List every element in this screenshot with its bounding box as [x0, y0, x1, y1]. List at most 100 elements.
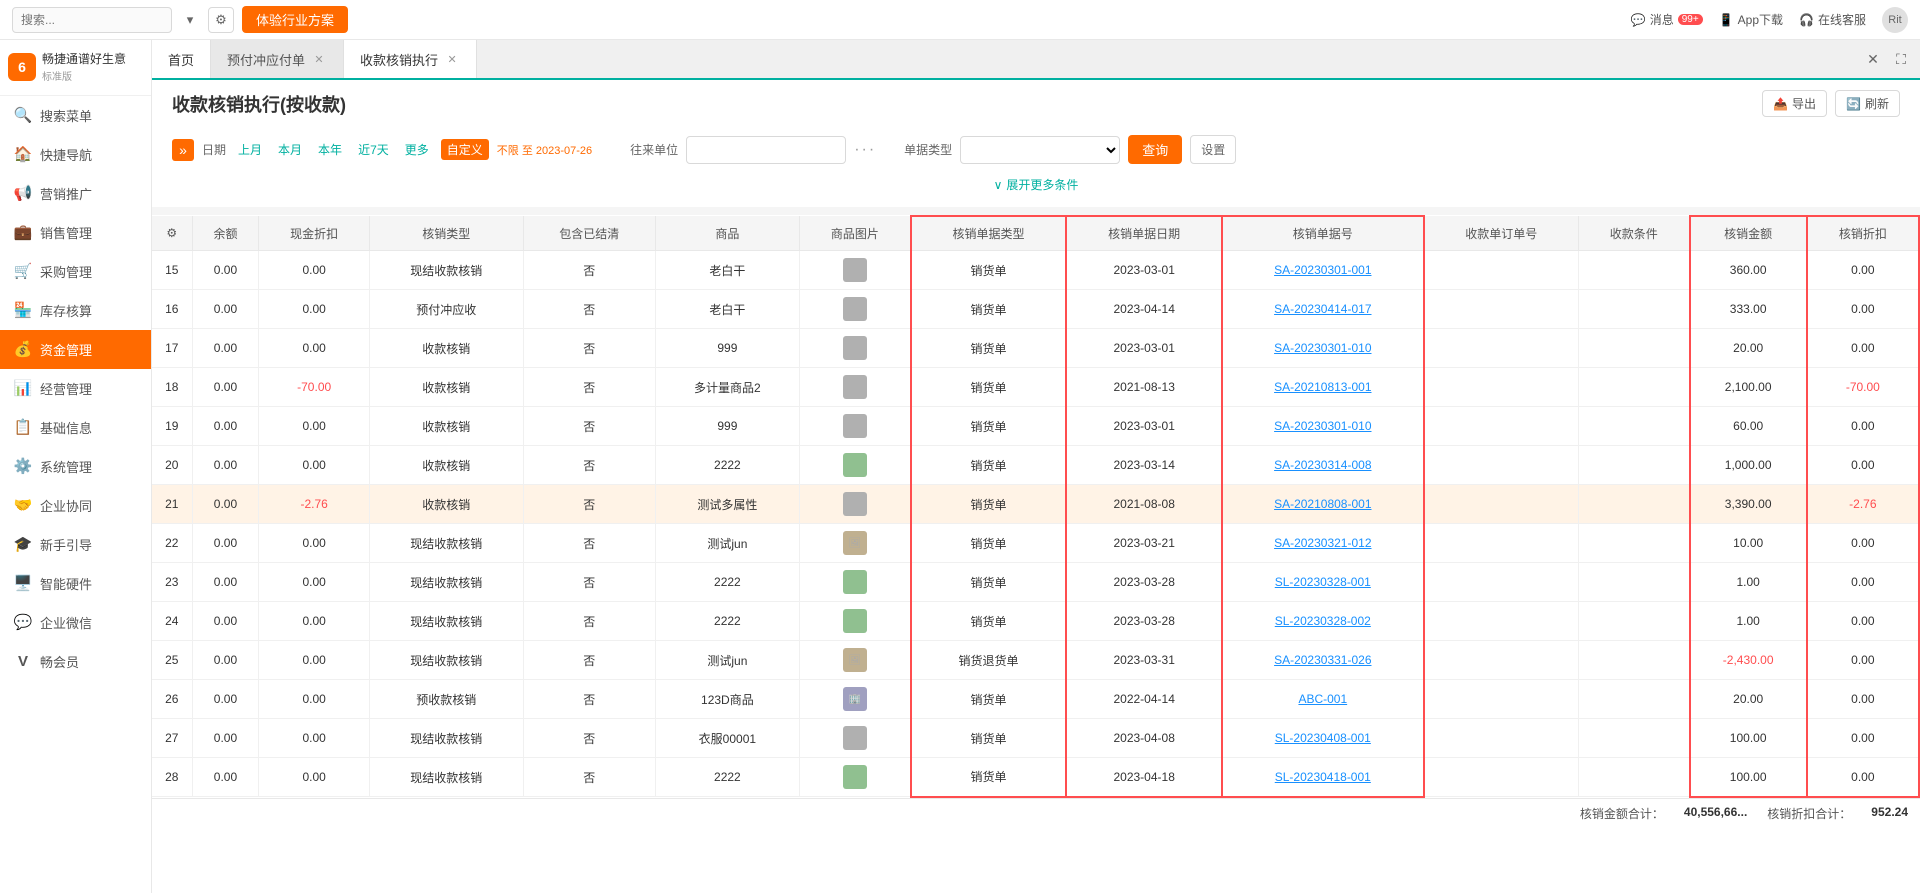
row-verify-amount: 3,390.00 — [1690, 485, 1807, 524]
sidebar-item-marketing[interactable]: 📢 营销推广 — [0, 174, 151, 213]
headset-icon: 🎧 — [1799, 13, 1814, 27]
tab-prepay[interactable]: 预付冲应付单 ✕ — [211, 40, 344, 78]
date-more[interactable]: 更多 — [401, 139, 433, 160]
row-verify-discount: 0.00 — [1807, 602, 1919, 641]
sidebar-item-purchase[interactable]: 🛒 采购管理 — [0, 252, 151, 291]
table-container[interactable]: ⚙ 余额 现金折扣 核销类型 包含已结清 商品 商品图片 核销单据类型 核销单据… — [152, 215, 1920, 893]
row-balance: 0.00 — [192, 290, 259, 329]
row-product: 999 — [655, 407, 799, 446]
row-product-img: 🖼 — [799, 641, 910, 680]
row-product: 多计量商品2 — [655, 368, 799, 407]
sidebar-item-hardware[interactable]: 🖥️ 智能硬件 — [0, 564, 151, 603]
col-verify-amount: 核销金额 — [1690, 216, 1807, 251]
col-receipt-order-no: 收款单订单号 — [1424, 216, 1579, 251]
row-verify-order-no[interactable]: SA-20210808-001 — [1222, 485, 1424, 524]
row-verify-order-no[interactable]: SL-20230328-001 — [1222, 563, 1424, 602]
row-balance: 0.00 — [192, 329, 259, 368]
tab-receipt-close-icon[interactable]: ✕ — [444, 51, 460, 67]
row-cash-discount: 0.00 — [259, 563, 369, 602]
row-verify-amount: 333.00 — [1690, 290, 1807, 329]
row-cash-discount: 0.00 — [259, 758, 369, 797]
sidebar-item-sales[interactable]: 💼 销售管理 — [0, 213, 151, 252]
date-this-year[interactable]: 本年 — [314, 139, 346, 160]
tab-receipt[interactable]: 收款核销执行 ✕ — [344, 40, 477, 78]
row-product: 2222 — [655, 563, 799, 602]
row-verify-order-no[interactable]: SA-20230321-012 — [1222, 524, 1424, 563]
row-product: 2222 — [655, 602, 799, 641]
order-type-select[interactable] — [960, 136, 1120, 164]
query-button[interactable]: 查询 — [1128, 135, 1182, 164]
tab-prepay-close-icon[interactable]: ✕ — [311, 51, 327, 67]
row-verify-order-no[interactable]: SL-20230328-002 — [1222, 602, 1424, 641]
export-label: 导出 — [1792, 95, 1816, 112]
row-verify-order-no[interactable]: SL-20230418-001 — [1222, 758, 1424, 797]
tab-receipt-label: 收款核销执行 — [360, 50, 438, 69]
tab-prepay-label: 预付冲应付单 — [227, 50, 305, 69]
row-verify-order-no[interactable]: SA-20230314-008 — [1222, 446, 1424, 485]
app-download-item[interactable]: 📱 App下载 — [1719, 11, 1783, 28]
date-7days[interactable]: 近7天 — [354, 139, 393, 160]
date-this-month[interactable]: 本月 — [274, 139, 306, 160]
row-verify-order-date: 2023-03-14 — [1066, 446, 1222, 485]
tab-home[interactable]: 首页 — [152, 40, 211, 78]
row-verify-order-no[interactable]: SA-20230301-010 — [1222, 329, 1424, 368]
row-verify-discount: 0.00 — [1807, 758, 1919, 797]
refresh-button[interactable]: 🔄 刷新 — [1835, 90, 1900, 117]
search-input[interactable] — [12, 7, 172, 33]
sidebar-item-inventory[interactable]: 🏪 库存核算 — [0, 291, 151, 330]
col-verify-order-date: 核销单据日期 — [1066, 216, 1222, 251]
date-custom[interactable]: 自定义 — [441, 139, 489, 160]
settings-gear-icon[interactable]: ⚙ — [208, 7, 234, 33]
table-row: 150.000.00现结收款核销否老白干销货单2023-03-01SA-2023… — [152, 251, 1919, 290]
close-window-icon[interactable]: ✕ — [1862, 48, 1884, 70]
row-verify-order-no[interactable]: SA-20230414-017 — [1222, 290, 1424, 329]
row-receipt-order-no — [1424, 446, 1579, 485]
chart-icon: 📊 — [14, 379, 32, 397]
row-verify-order-no[interactable]: SA-20230301-010 — [1222, 407, 1424, 446]
unit-dots[interactable]: ··· — [854, 141, 876, 159]
date-last-month[interactable]: 上月 — [234, 139, 266, 160]
row-verify-order-date: 2021-08-08 — [1066, 485, 1222, 524]
row-product-img — [799, 563, 910, 602]
online-service-item[interactable]: 🎧 在线客服 — [1799, 11, 1866, 28]
message-icon-item[interactable]: 💬 消息 99+ — [1631, 11, 1703, 28]
sidebar-item-search[interactable]: 🔍 搜索菜单 — [0, 96, 151, 135]
avatar[interactable]: Rit — [1882, 7, 1908, 33]
expand-more-button[interactable]: ∨ 展开更多条件 — [986, 172, 1087, 197]
row-verify-order-no[interactable]: SL-20230408-001 — [1222, 719, 1424, 758]
sidebar-item-collab[interactable]: 🤝 企业协同 — [0, 486, 151, 525]
row-verify-type: 收款核销 — [369, 446, 523, 485]
sidebar-item-finance[interactable]: 💰 资金管理 — [0, 330, 151, 369]
sidebar-item-operation[interactable]: 📊 经营管理 — [0, 369, 151, 408]
row-verify-discount: 0.00 — [1807, 641, 1919, 680]
row-verify-order-date: 2023-03-28 — [1066, 563, 1222, 602]
maximize-icon[interactable]: ⛶ — [1890, 48, 1912, 70]
sidebar-item-system[interactable]: ⚙️ 系统管理 — [0, 447, 151, 486]
row-verify-order-date: 2023-03-01 — [1066, 407, 1222, 446]
from-unit-input[interactable] — [686, 136, 846, 164]
row-verify-type: 预收款核销 — [369, 680, 523, 719]
sidebar-item-member[interactable]: V 畅会员 — [0, 642, 151, 681]
sidebar-item-label: 销售管理 — [40, 223, 92, 242]
col-verify-order-no: 核销单据号 — [1222, 216, 1424, 251]
refresh-icon: 🔄 — [1846, 97, 1861, 111]
row-receipt-order-no — [1424, 641, 1579, 680]
app-download-label: App下载 — [1738, 11, 1783, 28]
row-verify-order-no[interactable]: ABC-001 — [1222, 680, 1424, 719]
row-verify-order-no[interactable]: SA-20210813-001 — [1222, 368, 1424, 407]
col-verify-discount: 核销折扣 — [1807, 216, 1919, 251]
sidebar-item-guide[interactable]: 🎓 新手引导 — [0, 525, 151, 564]
row-verify-order-no[interactable]: SA-20230331-026 — [1222, 641, 1424, 680]
industry-solution-button[interactable]: 体验行业方案 — [242, 6, 348, 33]
settings-button[interactable]: 设置 — [1190, 135, 1236, 164]
filter-toggle-button[interactable]: » — [172, 139, 194, 161]
row-receipt-order-no — [1424, 563, 1579, 602]
export-button[interactable]: 📤 导出 — [1762, 90, 1827, 117]
sidebar-item-shortcut[interactable]: 🏠 快捷导航 — [0, 135, 151, 174]
row-verify-order-no[interactable]: SA-20230301-001 — [1222, 251, 1424, 290]
row-index: 16 — [152, 290, 192, 329]
sidebar-item-wechat[interactable]: 💬 企业微信 — [0, 603, 151, 642]
sidebar-item-basic[interactable]: 📋 基础信息 — [0, 408, 151, 447]
sidebar: 6 畅捷通谱好生意 标准版 🔍 搜索菜单 🏠 快捷导航 📢 营销推广 💼 — [0, 40, 152, 893]
dropdown-chevron-icon[interactable]: ▾ — [180, 7, 200, 33]
